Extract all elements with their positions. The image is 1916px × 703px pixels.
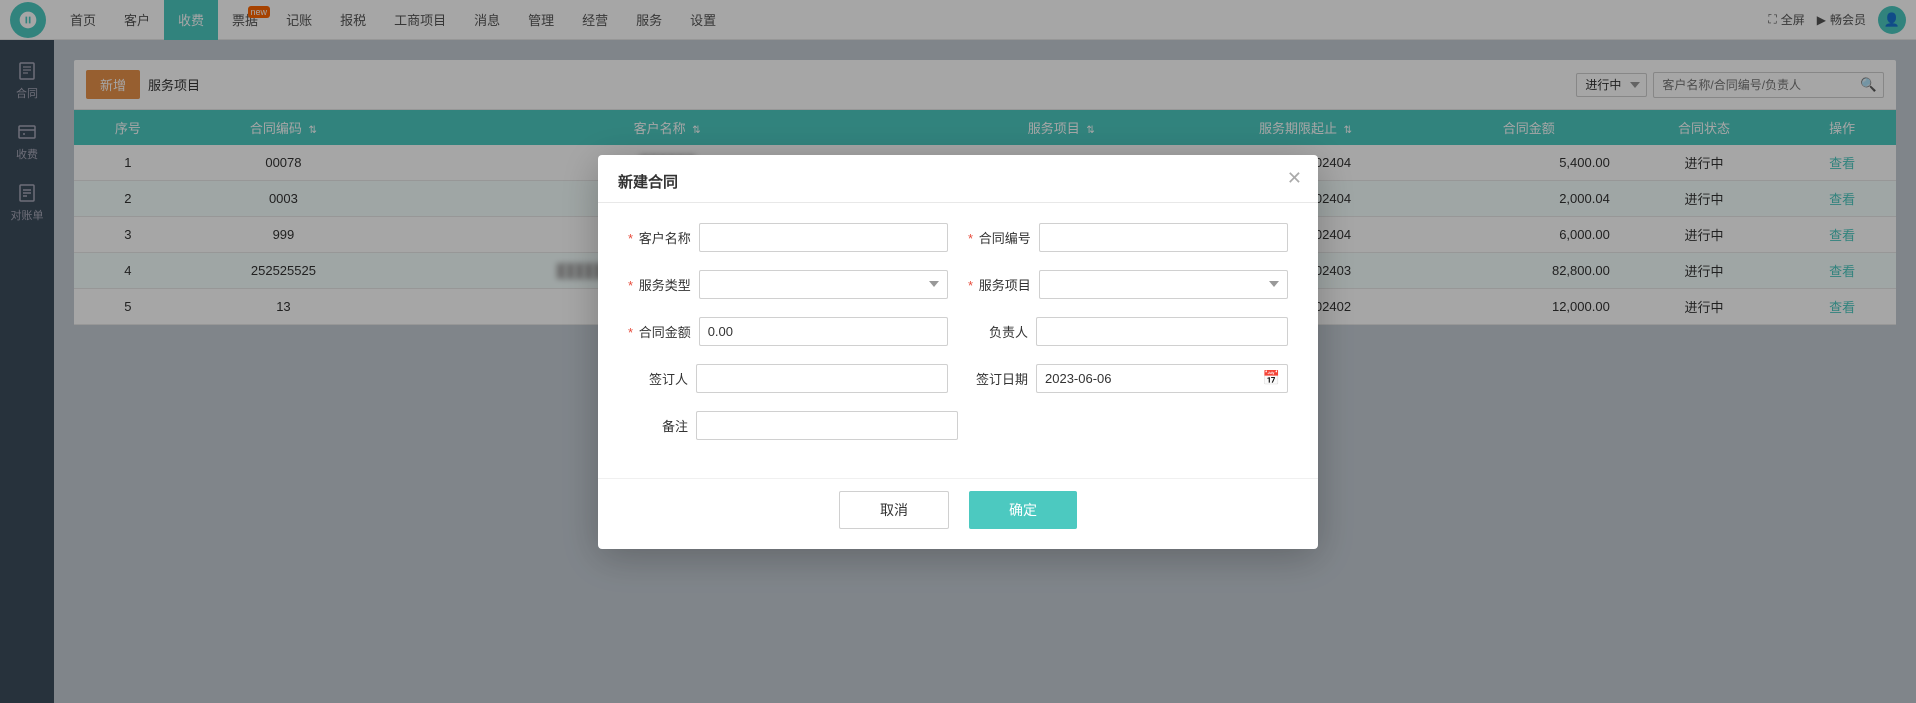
required-star-service-type: * bbox=[628, 278, 633, 293]
form-group-customer: * 客户名称 bbox=[628, 223, 948, 252]
form-group-responsible: 负责人 bbox=[968, 317, 1288, 346]
amount-label: * 合同金额 bbox=[628, 322, 691, 341]
responsible-label: 负责人 bbox=[968, 322, 1028, 341]
form-group-service-item: * 服务项目 bbox=[968, 270, 1288, 299]
form-row-4: 签订人 签订日期 📅 bbox=[628, 364, 1288, 393]
close-dialog-button[interactable]: ✕ bbox=[1287, 169, 1302, 187]
required-star-customer: * bbox=[628, 231, 633, 246]
remark-input[interactable] bbox=[696, 411, 958, 440]
customer-label: * 客户名称 bbox=[628, 228, 691, 247]
new-contract-dialog: 新建合同 ✕ * 客户名称 * 合同编号 bbox=[598, 155, 1318, 549]
service-item-select[interactable] bbox=[1039, 270, 1288, 299]
form-group-sign-date: 签订日期 📅 bbox=[968, 364, 1288, 393]
confirm-button[interactable]: 确定 bbox=[969, 491, 1077, 529]
required-star-service-item: * bbox=[968, 278, 973, 293]
service-item-label: * 服务项目 bbox=[968, 275, 1031, 294]
contract-code-label: * 合同编号 bbox=[968, 228, 1031, 247]
required-star-code: * bbox=[968, 231, 973, 246]
form-group-amount: * 合同金额 bbox=[628, 317, 948, 346]
contract-code-input[interactable] bbox=[1039, 223, 1288, 252]
form-group-service-type: * 服务类型 bbox=[628, 270, 948, 299]
responsible-input[interactable] bbox=[1036, 317, 1288, 346]
service-type-select[interactable] bbox=[699, 270, 948, 299]
remark-label: 备注 bbox=[628, 416, 688, 435]
service-type-label: * 服务类型 bbox=[628, 275, 691, 294]
sign-date-wrap: 📅 bbox=[1036, 364, 1288, 393]
sign-date-label: 签订日期 bbox=[968, 369, 1028, 388]
signer-label: 签订人 bbox=[628, 369, 688, 388]
dialog-body: * 客户名称 * 合同编号 * 服 bbox=[598, 203, 1318, 478]
dialog-header: 新建合同 bbox=[598, 155, 1318, 203]
customer-name-input[interactable] bbox=[699, 223, 948, 252]
service-item-select-wrap bbox=[1039, 270, 1288, 299]
form-group-signer: 签订人 bbox=[628, 364, 948, 393]
sign-date-input[interactable] bbox=[1036, 364, 1288, 393]
dialog-title: 新建合同 bbox=[618, 174, 678, 191]
form-row-3: * 合同金额 负责人 bbox=[628, 317, 1288, 346]
dialog-footer: 取消 确定 bbox=[598, 478, 1318, 549]
form-row-2: * 服务类型 * 服务项目 bbox=[628, 270, 1288, 299]
contract-amount-input[interactable] bbox=[699, 317, 948, 346]
form-group-code: * 合同编号 bbox=[968, 223, 1288, 252]
cancel-button[interactable]: 取消 bbox=[839, 491, 949, 529]
form-row-1: * 客户名称 * 合同编号 bbox=[628, 223, 1288, 252]
service-type-select-wrap bbox=[699, 270, 948, 299]
required-star-amount: * bbox=[628, 325, 633, 340]
form-group-remark: 备注 bbox=[628, 411, 958, 440]
form-row-5: 备注 bbox=[628, 411, 1288, 440]
dialog-overlay: 新建合同 ✕ * 客户名称 * 合同编号 bbox=[0, 0, 1916, 703]
signer-input[interactable] bbox=[696, 364, 948, 393]
